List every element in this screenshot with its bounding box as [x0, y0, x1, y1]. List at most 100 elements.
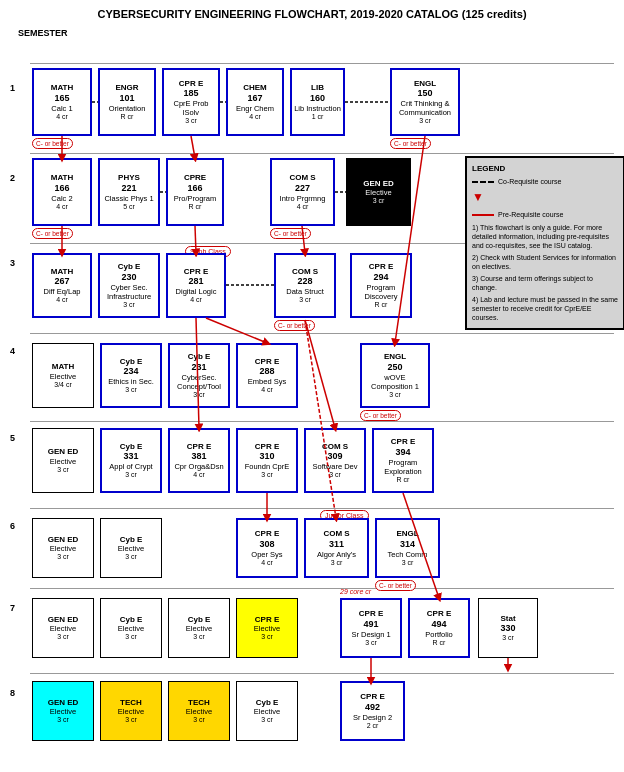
engr101-sub: Orientation: [109, 104, 146, 113]
box-tech-elective-8a: TECH Elective 3 cr: [100, 681, 162, 741]
c-better-coms228: C- or better: [274, 320, 315, 331]
sem-label-8: 8: [10, 688, 15, 698]
sem-label-3: 3: [10, 258, 15, 268]
box-cpre281: CPR E 281 Digital Logic 4 cr: [166, 253, 226, 318]
gened2-sub: Elective: [365, 188, 391, 197]
svg-line-6: [305, 320, 335, 428]
box-cybe-elective-7a: Cyb E Elective 3 cr: [100, 598, 162, 658]
sem-label-2: 2: [10, 173, 15, 183]
c-better-coms227: C- or better: [270, 228, 311, 239]
phys221-sub: Classic Phys 1: [104, 194, 153, 203]
core-cr-label: 29 core cr: [340, 588, 371, 595]
legend-title: LEGEND: [472, 163, 618, 174]
legend-coreq-label: Co-Requisite course: [498, 177, 561, 187]
engr101-cr: R cr: [121, 113, 134, 121]
box-cpre288: CPR E 288 Embed Sys 4 cr: [236, 343, 298, 408]
sem-label-1: 1: [10, 83, 15, 93]
math166-sub: Calc 2: [51, 194, 72, 203]
legend-box: LEGEND Co-Requisite course ▼ Pre-Requisi…: [465, 156, 624, 330]
legend-note2: 2) Check with Student Services for infor…: [472, 253, 618, 271]
c-better-engl314: C- or better: [375, 580, 416, 591]
box-coms228: COM S 228 Data Struct 3 cr: [274, 253, 336, 318]
box-math165: MATH 165 Calc 1 4 cr: [32, 68, 92, 136]
cpre185-sub: CprE Prob lSolv: [166, 99, 216, 117]
engr101-title: ENGR: [115, 83, 138, 93]
math165-cr: 4 cr: [56, 113, 68, 121]
box-gened-elective-2: GEN ED Elective 3 cr: [346, 158, 411, 226]
box-math166: MATH 166 Calc 2 4 cr: [32, 158, 92, 226]
math165-title: MATH: [51, 83, 74, 93]
box-cpre294: CPR E 294 Program Discovery R cr: [350, 253, 412, 318]
c-better-engl150: C- or better: [390, 138, 431, 149]
semester-header: SEMESTER: [18, 28, 68, 38]
sem-label-6: 6: [10, 521, 15, 531]
box-engl314: ENGL 314 Tech Comm 3 cr: [375, 518, 440, 578]
cpre166-cr: R cr: [189, 203, 202, 211]
math166-title: MATH: [51, 173, 74, 183]
box-math267: MATH 267 Diff Eq/Lap 4 cr: [32, 253, 92, 318]
box-lib160: LIB 160 Lib Instruction 1 cr: [290, 68, 345, 136]
gened2-title: GEN ED: [363, 179, 394, 189]
box-cybe230: Cyb E 230 Cyber Sec. Infrastructure 3 cr: [98, 253, 160, 318]
box-cybe-elective-6: Cyb E Elective 3 cr: [100, 518, 162, 578]
legend-prereq-label: Pre-Requisite course: [498, 210, 563, 220]
cpre166-title: CPRE: [184, 173, 206, 183]
coms227-sub: Intro Prgrmng: [280, 194, 326, 203]
box-cpre492: CPR E 492 Sr Design 2 2 cr: [340, 681, 405, 741]
lib160-cr: 1 cr: [312, 113, 324, 121]
engl150-num: 150: [417, 88, 432, 99]
cpre185-num: 185: [183, 88, 198, 99]
box-gened-elective-8: GEN ED Elective 3 cr: [32, 681, 94, 741]
chem167-num: 167: [247, 93, 262, 104]
box-cybe331: Cyb E 331 Appl of Crypt 3 cr: [100, 428, 162, 493]
box-phys221: PHYS 221 Classic Phys 1 5 cr: [98, 158, 160, 226]
c-better-engl250: C- or better: [360, 410, 401, 421]
coms227-title: COM S: [289, 173, 315, 183]
c-better-math166: C- or better: [32, 228, 73, 239]
box-engl150: ENGL 150 Crit Thinking & Communication 3…: [390, 68, 460, 136]
box-cpre-elective-7: CPR E Elective 3 cr: [236, 598, 298, 658]
box-gened-elective-6a: GEN ED Elective 3 cr: [32, 518, 94, 578]
box-cybe231: Cyb E 231 CyberSec. Concept/Tool 3 cr: [168, 343, 230, 408]
coms227-num: 227: [295, 183, 310, 194]
cpre166-sub: Pro/Program: [174, 194, 217, 203]
lib160-title: LIB: [311, 83, 324, 93]
box-cpre310: CPR E 310 Foundn CprE 3 cr: [236, 428, 298, 493]
engl150-sub: Crit Thinking & Communication: [394, 99, 456, 117]
box-cybe-elective-7b: Cyb E Elective 3 cr: [168, 598, 230, 658]
box-cpre185: CPR E 185 CprE Prob lSolv 3 cr: [162, 68, 220, 136]
lib160-sub: Lib Instruction: [294, 104, 341, 113]
phys221-num: 221: [121, 183, 136, 194]
coms227-cr: 4 cr: [297, 203, 309, 211]
box-chem167: CHEM 167 Engr Chem 4 cr: [226, 68, 284, 136]
math165-sub: Calc 1: [51, 104, 72, 113]
box-coms227: COM S 227 Intro Prgrmng 4 cr: [270, 158, 335, 226]
math166-cr: 4 cr: [56, 203, 68, 211]
chem167-title: CHEM: [243, 83, 267, 93]
box-cpre166: CPRE 166 Pro/Program R cr: [166, 158, 224, 226]
svg-line-2: [191, 136, 195, 158]
legend-note3: 3) Course and term offerings subject to …: [472, 274, 618, 292]
engl150-title: ENGL: [414, 79, 436, 89]
cpre185-title: CPR E: [179, 79, 203, 89]
phys221-cr: 5 cr: [123, 203, 135, 211]
box-cybe234: Cyb E 234 Ethics in Sec. 3 cr: [100, 343, 162, 408]
chem167-sub: Engr Chem: [236, 104, 274, 113]
sem-label-7: 7: [10, 603, 15, 613]
box-cpre491: CPR E 491 Sr Design 1 3 cr: [340, 598, 402, 658]
page-title: CYBERSECURITY ENGINEERING FLOWCHART, 201…: [10, 8, 614, 20]
math165-num: 165: [54, 93, 69, 104]
box-stat330: Stat 330 3 cr: [478, 598, 538, 658]
box-engl250: ENGL 250 wOVE Composition 1 3 cr: [360, 343, 430, 408]
legend-note4: 4) Lab and lecture must be passed in the…: [472, 295, 618, 322]
legend-note1: 1) This flowchart is only a guide. For m…: [472, 223, 618, 250]
box-math-elective: MATH Elective 3/4 cr: [32, 343, 94, 408]
c-better-math165: C- or better: [32, 138, 73, 149]
box-gened-elective-7: GEN ED Elective 3 cr: [32, 598, 94, 658]
page: CYBERSECURITY ENGINEERING FLOWCHART, 201…: [0, 0, 624, 736]
cpre185-cr: 3 cr: [185, 117, 197, 125]
chem167-cr: 4 cr: [249, 113, 261, 121]
box-coms309: COM S 309 Software Dev 3 cr: [304, 428, 366, 493]
box-cpre394: CPR E 394 Program Exploration R cr: [372, 428, 434, 493]
legend-coreq: Co-Requisite course: [472, 177, 618, 187]
